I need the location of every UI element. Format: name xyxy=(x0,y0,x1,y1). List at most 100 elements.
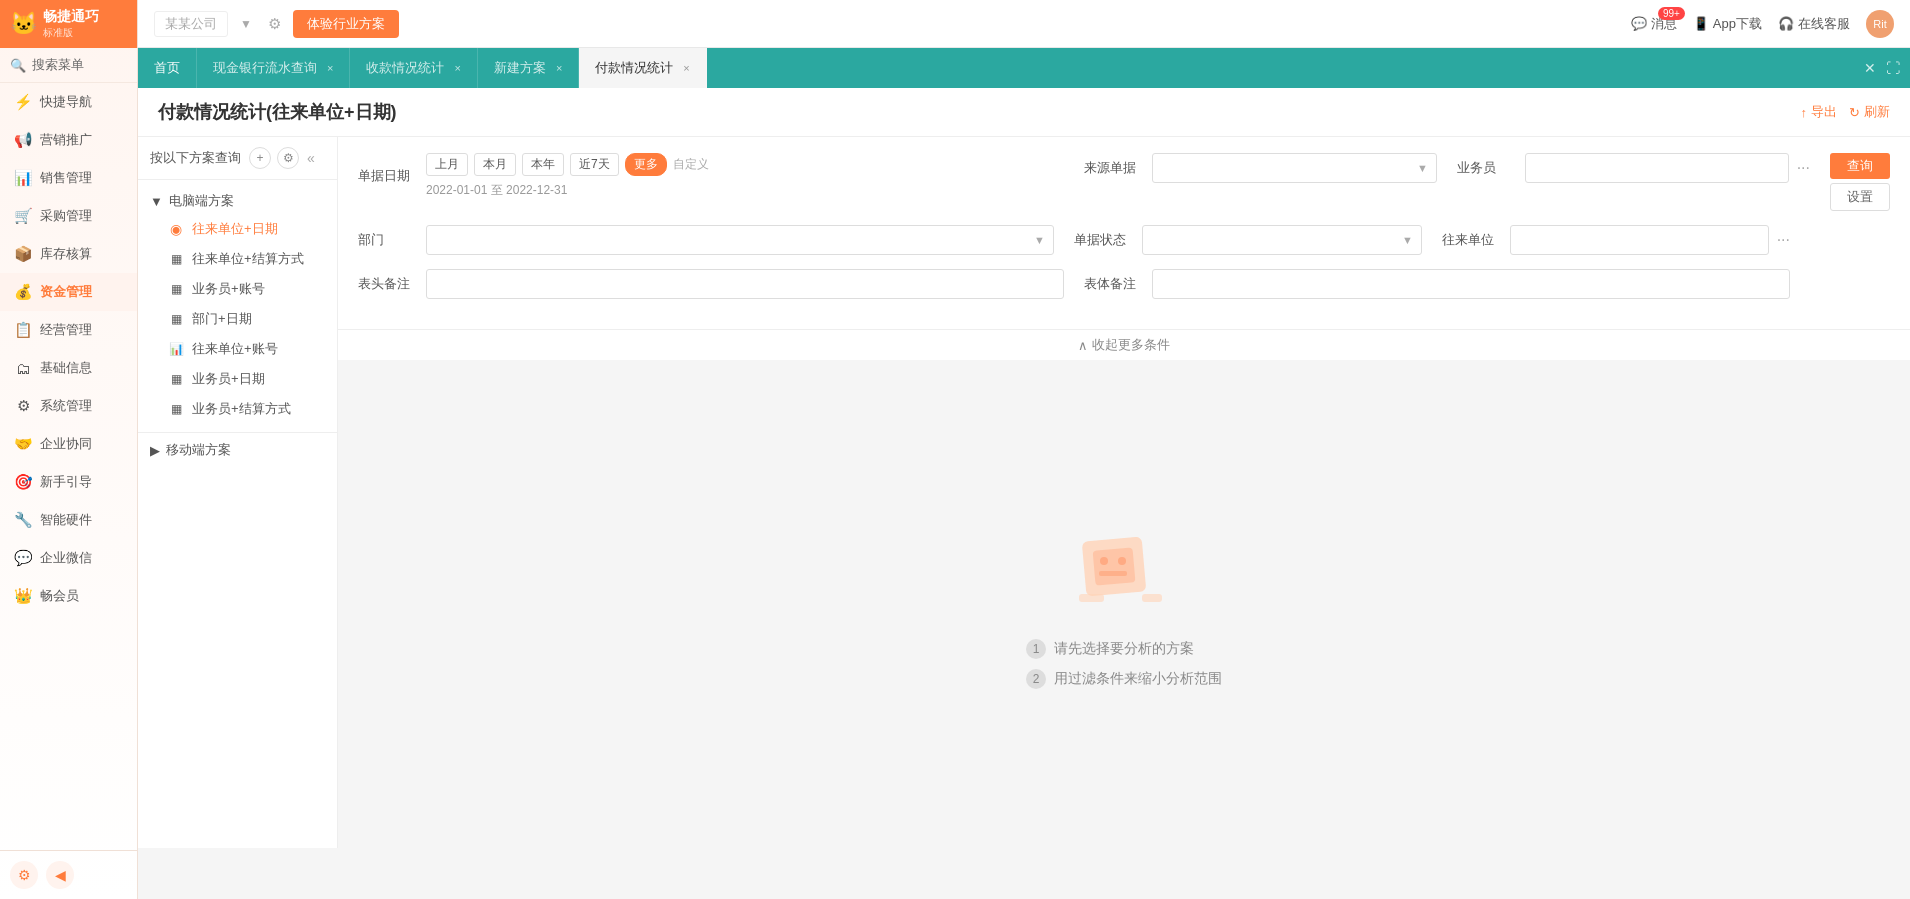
scheme-item-2[interactable]: ▦ 往来单位+结算方式 xyxy=(138,244,337,274)
mobile-scheme-group[interactable]: ▶ 移动端方案 xyxy=(138,432,337,467)
date-last-7-days-btn[interactable]: 近7天 xyxy=(570,153,619,176)
user-name: Rit xyxy=(1873,18,1886,30)
tabbar-actions: ✕ ⛶ xyxy=(1854,48,1910,88)
collapse-label: 收起更多条件 xyxy=(1092,336,1170,354)
maximize-btn[interactable]: ⛶ xyxy=(1886,60,1900,76)
topbar-gear-icon[interactable]: ⚙ xyxy=(268,15,281,33)
sales-icon: 📊 xyxy=(14,169,32,187)
export-icon: ↑ xyxy=(1801,105,1808,120)
date-last-month-btn[interactable]: 上月 xyxy=(426,153,468,176)
tab-payment-stats-close[interactable]: × xyxy=(683,62,689,74)
main-content: 某某公司 ▼ ⚙ 体验行业方案 💬 消息 99+ 📱 App下载 🎧 在线客服 … xyxy=(138,0,1910,899)
tab-home[interactable]: 首页 xyxy=(138,48,197,88)
query-btn[interactable]: 查询 xyxy=(1830,153,1890,179)
page-content: 付款情况统计(往来单位+日期) ↑ 导出 ↻ 刷新 按以下方案查询 + xyxy=(138,88,1910,899)
scheme-item-3[interactable]: ▦ 业务员+账号 xyxy=(138,274,337,304)
close-all-tabs-btn[interactable]: ✕ xyxy=(1864,60,1876,76)
sidebar-footer: ⚙ ◀ xyxy=(0,850,137,899)
sidebar-item-quick-nav[interactable]: ⚡ 快捷导航 xyxy=(0,83,137,121)
scheme-item-6[interactable]: ▦ 业务员+日期 xyxy=(138,364,337,394)
scheme-list: ◉ 往来单位+日期 ▦ 往来单位+结算方式 ▦ 业务员+账号 ▦ xyxy=(138,214,337,424)
user-avatar[interactable]: Rit xyxy=(1866,10,1894,38)
export-btn[interactable]: ↑ 导出 xyxy=(1801,103,1838,121)
scheme-item-label: 往来单位+结算方式 xyxy=(192,250,304,268)
salesperson-dots-btn[interactable]: ··· xyxy=(1797,159,1810,177)
counterpart-dots-btn[interactable]: ··· xyxy=(1777,231,1790,249)
body-note-input[interactable] xyxy=(1152,269,1790,299)
tab-receipts-stats[interactable]: 收款情况统计 × xyxy=(350,48,477,88)
service-icon: 🎧 xyxy=(1778,16,1794,31)
filter-panel: 按以下方案查询 + ⚙ « ▼ 电脑端方案 ◉ 往来单位 xyxy=(138,137,1910,848)
scheme-item-1[interactable]: ◉ 往来单位+日期 xyxy=(138,214,337,244)
message-badge: 99+ xyxy=(1658,7,1685,20)
counterpart-input[interactable] xyxy=(1510,225,1769,255)
sidebar-item-sales[interactable]: 📊 销售管理 xyxy=(0,159,137,197)
sidebar-collapse-btn[interactable]: ◀ xyxy=(46,861,74,889)
scheme-panel: 按以下方案查询 + ⚙ « ▼ 电脑端方案 ◉ 往来单位 xyxy=(138,137,338,848)
desktop-group-title[interactable]: ▼ 电脑端方案 xyxy=(138,188,337,214)
company-name: 某某公司 xyxy=(154,11,228,37)
online-service-btn[interactable]: 🎧 在线客服 xyxy=(1778,15,1850,33)
company-dropdown-arrow[interactable]: ▼ xyxy=(240,17,252,31)
app-download-icon: 📱 xyxy=(1693,16,1709,31)
add-scheme-btn[interactable]: + xyxy=(249,147,271,169)
sidebar-item-system[interactable]: ⚙ 系统管理 xyxy=(0,387,137,425)
header-note-field: 表头备注 xyxy=(358,269,1064,299)
query-row-2: 部门 ▼ 单据状态 ▼ xyxy=(358,225,1890,255)
sidebar-logo: 🐱 畅捷通巧 标准版 xyxy=(0,0,137,48)
collapse-conditions-btn[interactable]: ∧ 收起更多条件 xyxy=(338,329,1910,360)
department-label: 部门 xyxy=(358,231,418,249)
sidebar-item-finance[interactable]: 💰 资金管理 xyxy=(0,273,137,311)
tab-payment-stats[interactable]: 付款情况统计 × xyxy=(579,48,706,88)
sidebar-item-operation[interactable]: 📋 经营管理 xyxy=(0,311,137,349)
doc-status-label: 单据状态 xyxy=(1074,231,1134,249)
sidebar-item-inventory[interactable]: 📦 库存核算 xyxy=(0,235,137,273)
sidebar-item-guide[interactable]: 🎯 新手引导 xyxy=(0,463,137,501)
sidebar-item-purchase[interactable]: 🛒 采购管理 xyxy=(0,197,137,235)
tab-new-scheme-close[interactable]: × xyxy=(556,62,562,74)
sidebar-item-member[interactable]: 👑 畅会员 xyxy=(0,577,137,615)
salesperson-input[interactable] xyxy=(1525,153,1789,183)
refresh-btn[interactable]: ↻ 刷新 xyxy=(1849,103,1890,121)
date-options: 上月 本月 本年 近7天 更多 自定义 xyxy=(426,153,1064,176)
tab-new-scheme[interactable]: 新建方案 × xyxy=(478,48,579,88)
scheme-item-5[interactable]: 📊 往来单位+账号 xyxy=(138,334,337,364)
sidebar-item-wechat[interactable]: 💬 企业微信 xyxy=(0,539,137,577)
collapse-icon: ∧ xyxy=(1078,338,1088,353)
search-menu[interactable]: 🔍 搜索菜单 xyxy=(0,48,137,83)
department-select[interactable]: ▼ xyxy=(426,225,1054,255)
source-doc-select[interactable]: ▼ xyxy=(1152,153,1437,183)
query-btn-group: 查询 设置 xyxy=(1830,153,1890,211)
dept-arrow: ▼ xyxy=(1034,234,1045,246)
scheme-collapse-btn[interactable]: « xyxy=(307,150,315,166)
tab-receipts-close[interactable]: × xyxy=(454,62,460,74)
tab-bank-flow[interactable]: 现金银行流水查询 × xyxy=(197,48,350,88)
sidebar-item-basic[interactable]: 🗂 基础信息 xyxy=(0,349,137,387)
app-download-btn[interactable]: 📱 App下载 xyxy=(1693,15,1762,33)
search-icon: 🔍 xyxy=(10,58,26,73)
sidebar-item-hardware[interactable]: 🔧 智能硬件 xyxy=(0,501,137,539)
scheme-item-7[interactable]: ▦ 业务员+结算方式 xyxy=(138,394,337,424)
sidebar-item-marketing[interactable]: 📢 营销推广 xyxy=(0,121,137,159)
tab-bank-flow-close[interactable]: × xyxy=(327,62,333,74)
date-this-month-btn[interactable]: 本月 xyxy=(474,153,516,176)
sidebar-item-label: 系统管理 xyxy=(40,397,92,415)
mobile-group-label: 移动端方案 xyxy=(166,441,231,459)
sidebar-item-label: 快捷导航 xyxy=(40,93,92,111)
header-note-input[interactable] xyxy=(426,269,1064,299)
sidebar-settings-btn[interactable]: ⚙ xyxy=(10,861,38,889)
purchase-icon: 🛒 xyxy=(14,207,32,225)
settings-btn[interactable]: 设置 xyxy=(1830,183,1890,211)
date-this-year-btn[interactable]: 本年 xyxy=(522,153,564,176)
messages-btn[interactable]: 💬 消息 99+ xyxy=(1631,15,1677,33)
sidebar-item-cooperation[interactable]: 🤝 企业协同 xyxy=(0,425,137,463)
empty-hints: 1 请先选择要分析的方案 2 用过滤条件来缩小分析范围 xyxy=(1026,639,1222,689)
scheme-item-4[interactable]: ▦ 部门+日期 xyxy=(138,304,337,334)
desktop-scheme-group: ▼ 电脑端方案 ◉ 往来单位+日期 ▦ 往来单位+结算方式 ▦ xyxy=(138,180,337,432)
scheme-icon-7: ▦ xyxy=(168,401,184,417)
date-more-btn[interactable]: 更多 xyxy=(625,153,667,176)
doc-status-select[interactable]: ▼ xyxy=(1142,225,1422,255)
tab-payment-stats-label: 付款情况统计 xyxy=(595,59,673,77)
scheme-settings-btn[interactable]: ⚙ xyxy=(277,147,299,169)
trial-btn[interactable]: 体验行业方案 xyxy=(293,10,399,38)
